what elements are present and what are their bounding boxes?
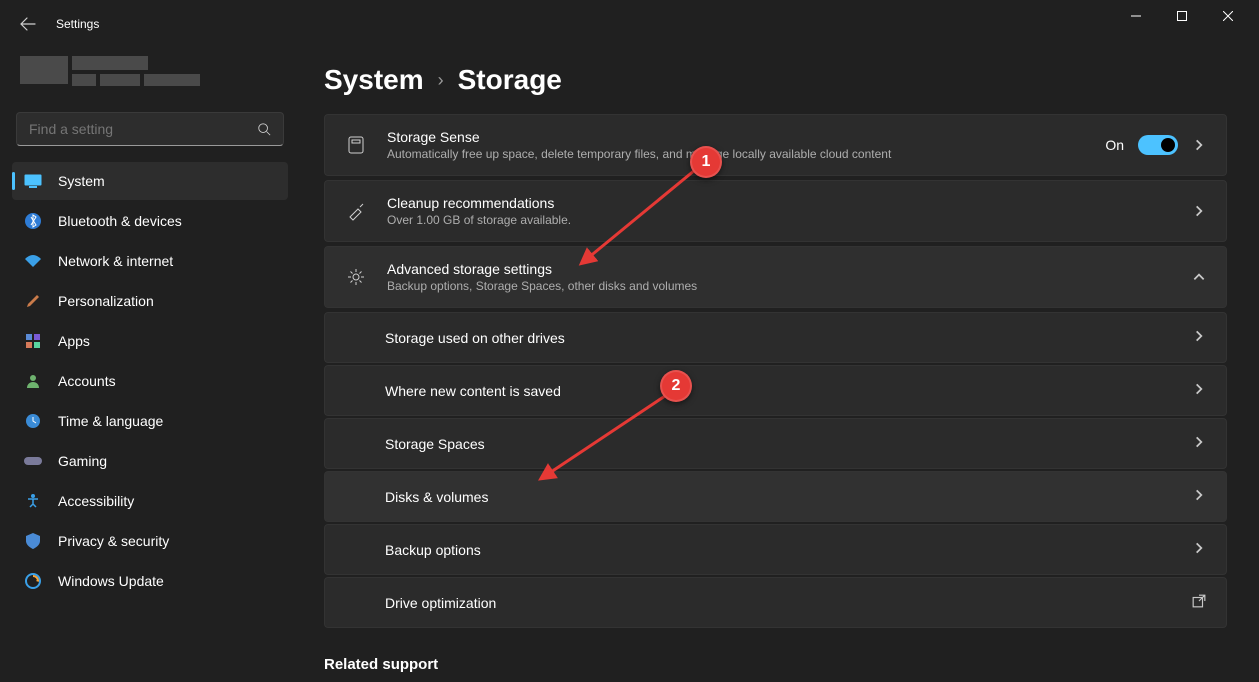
nav-label: Bluetooth & devices xyxy=(58,213,182,229)
storage-sense-icon xyxy=(345,135,367,155)
close-icon xyxy=(1223,11,1233,21)
broom-icon xyxy=(345,201,367,221)
minimize-button[interactable] xyxy=(1113,0,1159,32)
chevron-up-icon xyxy=(1192,270,1206,284)
sub-item-other-drives[interactable]: Storage used on other drives xyxy=(324,312,1227,363)
toggle-state-label: On xyxy=(1105,137,1124,153)
sub-item-label: Storage used on other drives xyxy=(385,330,565,346)
sub-item-label: Drive optimization xyxy=(385,595,496,611)
close-button[interactable] xyxy=(1205,0,1251,32)
related-support-heading: Related support xyxy=(324,656,1227,673)
nav-label: System xyxy=(58,173,105,189)
advanced-storage-card[interactable]: Advanced storage settings Backup options… xyxy=(324,246,1227,308)
main-content: System › Storage Storage Sense Automatic… xyxy=(300,48,1259,682)
card-subtitle: Over 1.00 GB of storage available. xyxy=(387,213,1172,227)
annotation-marker-2: 2 xyxy=(660,370,692,402)
cleanup-card[interactable]: Cleanup recommendations Over 1.00 GB of … xyxy=(324,180,1227,242)
gear-icon xyxy=(345,267,367,287)
bluetooth-icon xyxy=(24,212,42,230)
chevron-right-icon xyxy=(1192,488,1206,502)
sidebar-item-personalization[interactable]: Personalization xyxy=(12,282,288,320)
user-account-block[interactable] xyxy=(12,48,288,108)
window-controls xyxy=(1113,16,1251,32)
accessibility-icon xyxy=(24,492,42,510)
card-title: Advanced storage settings xyxy=(387,261,1172,277)
sub-item-storage-spaces[interactable]: Storage Spaces xyxy=(324,418,1227,469)
update-icon xyxy=(24,572,42,590)
sidebar-item-time[interactable]: Time & language xyxy=(12,402,288,440)
storage-sense-toggle[interactable] xyxy=(1138,135,1178,155)
app-title: Settings xyxy=(56,17,99,31)
sub-item-new-content[interactable]: Where new content is saved xyxy=(324,365,1227,416)
maximize-icon xyxy=(1177,11,1187,21)
card-subtitle: Automatically free up space, delete temp… xyxy=(387,147,1085,161)
sidebar-item-accounts[interactable]: Accounts xyxy=(12,362,288,400)
titlebar: Settings xyxy=(0,0,1259,48)
search-icon xyxy=(257,122,271,136)
nav-label: Windows Update xyxy=(58,573,164,589)
chevron-right-icon xyxy=(1192,329,1206,343)
external-link-icon xyxy=(1192,594,1206,608)
nav-label: Personalization xyxy=(58,293,154,309)
search-input[interactable] xyxy=(29,121,257,137)
chevron-right-icon xyxy=(1192,204,1206,218)
wifi-icon xyxy=(24,252,42,270)
nav-label: Privacy & security xyxy=(58,533,169,549)
breadcrumb-current: Storage xyxy=(458,64,562,96)
person-icon xyxy=(24,372,42,390)
card-subtitle: Backup options, Storage Spaces, other di… xyxy=(387,279,1172,293)
sidebar-item-apps[interactable]: Apps xyxy=(12,322,288,360)
back-button[interactable] xyxy=(8,4,48,44)
chevron-right-icon xyxy=(1192,435,1206,449)
minimize-icon xyxy=(1131,11,1141,21)
sidebar-item-accessibility[interactable]: Accessibility xyxy=(12,482,288,520)
card-title: Storage Sense xyxy=(387,129,1085,145)
chevron-right-icon: › xyxy=(438,70,444,91)
system-icon xyxy=(24,172,42,190)
sub-item-label: Where new content is saved xyxy=(385,383,561,399)
sidebar-item-privacy[interactable]: Privacy & security xyxy=(12,522,288,560)
sidebar-item-update[interactable]: Windows Update xyxy=(12,562,288,600)
gamepad-icon xyxy=(24,452,42,470)
nav-label: Time & language xyxy=(58,413,163,429)
advanced-sub-list: Storage used on other drives Where new c… xyxy=(324,312,1227,628)
breadcrumb: System › Storage xyxy=(324,64,1227,96)
nav-label: Accessibility xyxy=(58,493,134,509)
sub-item-label: Backup options xyxy=(385,542,481,558)
storage-sense-card[interactable]: Storage Sense Automatically free up spac… xyxy=(324,114,1227,176)
chevron-right-icon xyxy=(1192,541,1206,555)
sidebar-item-bluetooth[interactable]: Bluetooth & devices xyxy=(12,202,288,240)
sub-item-disks-volumes[interactable]: Disks & volumes xyxy=(324,471,1227,522)
nav-label: Gaming xyxy=(58,453,107,469)
sidebar-item-gaming[interactable]: Gaming xyxy=(12,442,288,480)
nav-list: System Bluetooth & devices Network & int… xyxy=(12,162,288,600)
breadcrumb-parent[interactable]: System xyxy=(324,64,424,96)
nav-label: Network & internet xyxy=(58,253,173,269)
sidebar-item-system[interactable]: System xyxy=(12,162,288,200)
nav-label: Apps xyxy=(58,333,90,349)
sidebar-item-network[interactable]: Network & internet xyxy=(12,242,288,280)
shield-icon xyxy=(24,532,42,550)
search-box[interactable] xyxy=(16,112,284,146)
sub-item-backup[interactable]: Backup options xyxy=(324,524,1227,575)
maximize-button[interactable] xyxy=(1159,0,1205,32)
chevron-right-icon xyxy=(1192,138,1206,152)
sub-item-label: Disks & volumes xyxy=(385,489,488,505)
nav-label: Accounts xyxy=(58,373,116,389)
chevron-right-icon xyxy=(1192,382,1206,396)
card-title: Cleanup recommendations xyxy=(387,195,1172,211)
sub-item-drive-opt[interactable]: Drive optimization xyxy=(324,577,1227,628)
annotation-marker-1: 1 xyxy=(690,146,722,178)
apps-icon xyxy=(24,332,42,350)
sidebar: System Bluetooth & devices Network & int… xyxy=(0,48,300,682)
sub-item-label: Storage Spaces xyxy=(385,436,485,452)
clock-icon xyxy=(24,412,42,430)
back-arrow-icon xyxy=(20,16,36,32)
brush-icon xyxy=(24,292,42,310)
